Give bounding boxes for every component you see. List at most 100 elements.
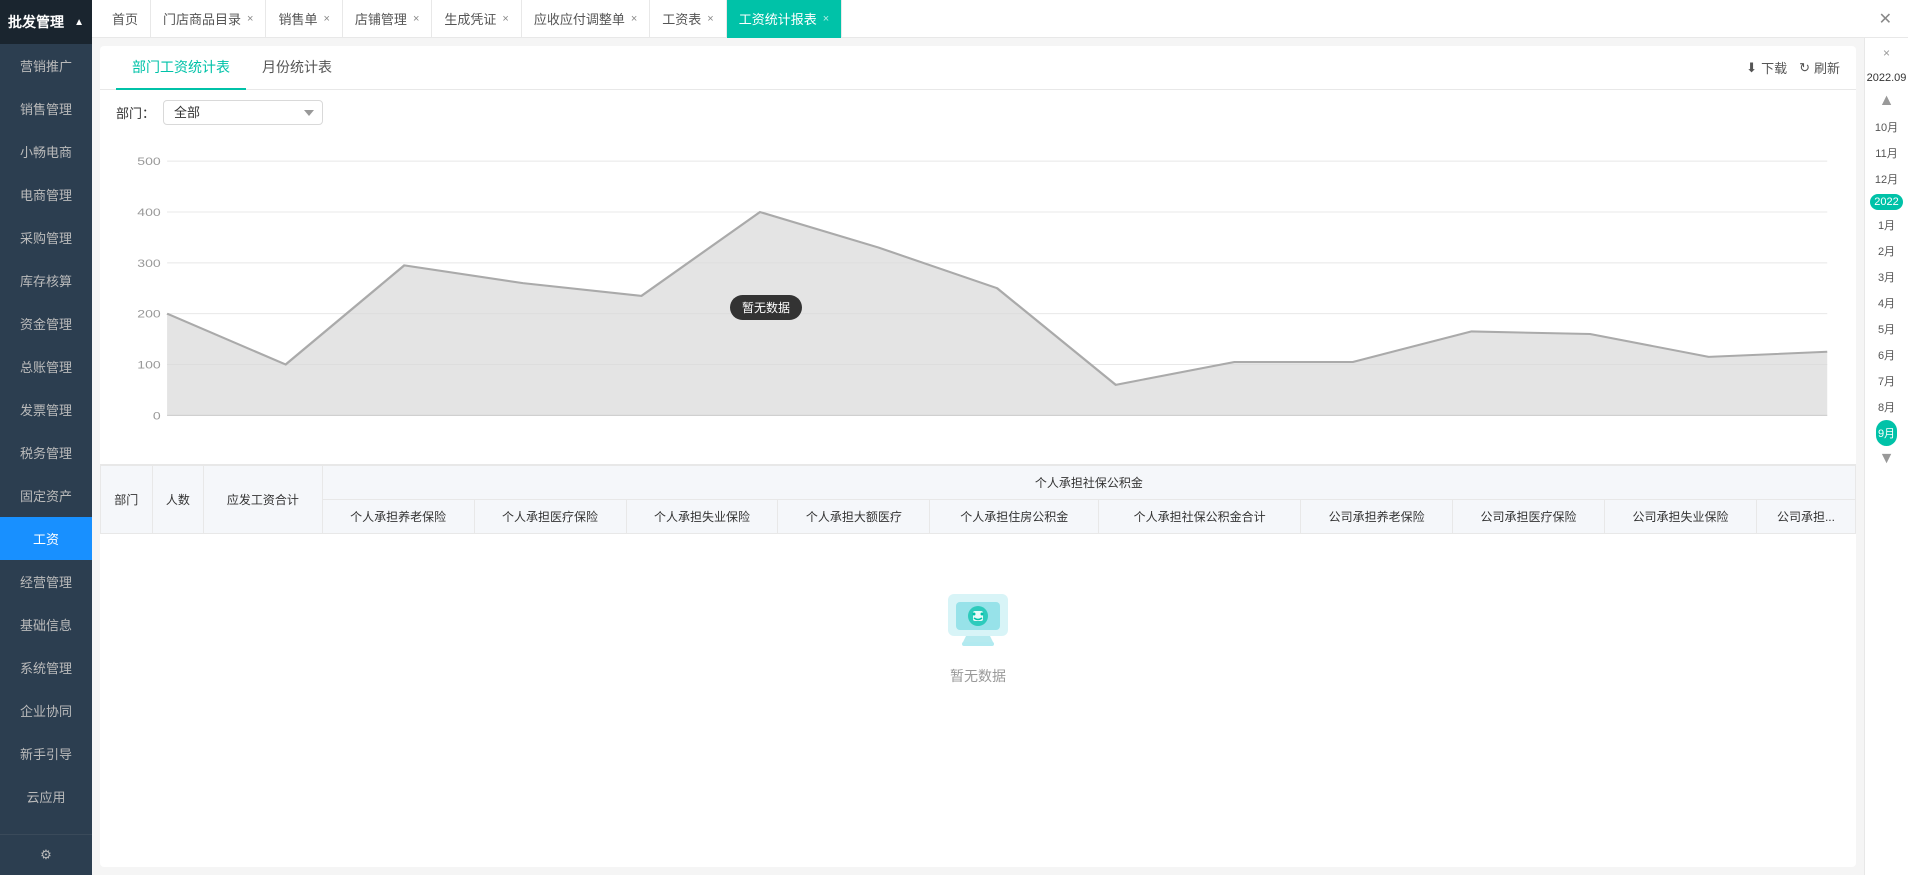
tabs-bar: 首页门店商品目录×销售单×店铺管理×生成凭证×应收应付调整单×工资表×工资统计报… — [92, 0, 1908, 38]
th-group-social: 个人承担社保公积金 — [322, 466, 1855, 500]
tab-门店商品目录[interactable]: 门店商品目录 × — [151, 0, 266, 38]
sub-tab-月份统计表[interactable]: 月份统计表 — [246, 46, 348, 90]
tab-销售单[interactable]: 销售单× — [266, 0, 342, 38]
empty-icon — [938, 574, 1018, 654]
timeline-month-5月[interactable]: 5月 — [1876, 316, 1897, 342]
th-sub-个人承担失业保险: 个人承担失业保险 — [626, 500, 778, 534]
sidebar-item-经营管理[interactable]: 经营管理 — [0, 560, 92, 603]
th-人数: 人数 — [152, 466, 204, 534]
timeline-month-2月[interactable]: 2月 — [1876, 238, 1897, 264]
timeline-months-2023: 1月2月3月4月5月6月7月8月9月 — [1876, 212, 1897, 446]
th-部门: 部门 — [101, 466, 153, 534]
sidebar-item-库存核算[interactable]: 库存核算 — [0, 259, 92, 302]
tab-label: 首页 — [112, 9, 138, 28]
empty-state: 暂无数据 — [100, 534, 1856, 726]
sidebar-item-税务管理[interactable]: 税务管理 — [0, 431, 92, 474]
th-sub-个人承担大额医疗: 个人承担大额医疗 — [778, 500, 930, 534]
close-window-icon[interactable]: ✕ — [1879, 9, 1892, 29]
svg-text:500: 500 — [137, 156, 160, 168]
timeline-down-nav[interactable]: ▼ — [1875, 446, 1899, 472]
right-timeline: × 2022.09 ▲ 10月11月12月 2022 1月2月3月4月5月6月7… — [1864, 38, 1908, 875]
page-content: 部门工资统计表月份统计表 ⬇ 下载 ↻ 刷新 部门： 全部销售部采购部财务部人事… — [92, 38, 1908, 875]
sidebar-title: 批发管理 — [8, 12, 64, 32]
tab-label: 门店商品目录 — [163, 9, 241, 28]
tab-工资统计报表[interactable]: 工资统计报表 × — [727, 0, 842, 38]
refresh-button[interactable]: ↻ 刷新 — [1799, 58, 1840, 77]
tab-首页[interactable]: 首页 — [100, 0, 151, 38]
tab-label: 工资统计报表 — [739, 9, 817, 28]
tab-close-icon[interactable]: × — [413, 13, 419, 25]
tabs-close-controls[interactable]: ✕ — [1871, 9, 1900, 29]
refresh-icon: ↻ — [1799, 60, 1810, 76]
sidebar-item-工资[interactable]: 工资 — [0, 517, 92, 560]
th-sub-个人承担医疗保险: 个人承担医疗保险 — [474, 500, 626, 534]
timeline-month-11月[interactable]: 11月 — [1873, 140, 1900, 166]
timeline-up-nav[interactable]: ▲ — [1875, 88, 1899, 114]
settings-icon: ⚙ — [40, 847, 52, 862]
sidebar-item-总账管理[interactable]: 总账管理 — [0, 345, 92, 388]
svg-text:300: 300 — [137, 257, 160, 269]
filter-label: 部门： — [116, 103, 155, 122]
timeline-month-4月[interactable]: 4月 — [1876, 290, 1897, 316]
empty-text: 暂无数据 — [950, 666, 1006, 686]
svg-text:100: 100 — [137, 359, 160, 371]
tab-应收应付调整单[interactable]: 应收应付调整单× — [522, 0, 650, 38]
th-sub-个人承担养老保险: 个人承担养老保险 — [322, 500, 474, 534]
th-sub-公司承担...: 公司承担... — [1756, 500, 1855, 534]
sidebar-item-营销推广[interactable]: 营销推广 — [0, 44, 92, 87]
main-content: 首页门店商品目录×销售单×店铺管理×生成凭证×应收应付调整单×工资表×工资统计报… — [92, 0, 1908, 875]
timeline-year-2022: 2022.09 — [1865, 68, 1908, 88]
sidebar-item-企业协同[interactable]: 企业协同 — [0, 689, 92, 732]
tab-close-icon[interactable]: × — [823, 13, 829, 25]
sidebar-item-资金管理[interactable]: 资金管理 — [0, 302, 92, 345]
tabs-container: 首页门店商品目录×销售单×店铺管理×生成凭证×应收应付调整单×工资表×工资统计报… — [100, 0, 1871, 38]
download-button[interactable]: ⬇ 下载 — [1746, 58, 1787, 77]
timeline-month-10月[interactable]: 10月 — [1873, 114, 1900, 140]
sub-tab-部门工资统计表[interactable]: 部门工资统计表 — [116, 46, 246, 90]
table-area[interactable]: 部门人数应发工资合计个人承担社保公积金个人承担养老保险个人承担医疗保险个人承担失… — [100, 465, 1856, 867]
tab-close-icon[interactable]: × — [502, 13, 508, 25]
sidebar-item-固定资产[interactable]: 固定资产 — [0, 474, 92, 517]
tab-工资表[interactable]: 工资表 × — [650, 0, 726, 38]
tab-close-icon[interactable]: × — [247, 13, 253, 25]
chart-svg: 5004003002001000 — [116, 151, 1840, 456]
timeline-close-button[interactable]: × — [1875, 38, 1898, 68]
timeline-month-6月[interactable]: 6月 — [1876, 342, 1897, 368]
timeline-month-9月[interactable]: 9月 — [1876, 420, 1897, 446]
timeline-year-badge: 2022 — [1870, 194, 1902, 210]
tab-生成凭证[interactable]: 生成凭证 × — [432, 0, 521, 38]
tab-close-icon[interactable]: × — [323, 13, 329, 25]
department-select[interactable]: 全部销售部采购部财务部人事部 — [163, 100, 323, 125]
sidebar: 批发管理 ▲ 营销推广销售管理小畅电商电商管理采购管理库存核算资金管理总账管理发… — [0, 0, 92, 875]
svg-text:0: 0 — [153, 410, 161, 422]
sidebar-item-小畅电商[interactable]: 小畅电商 — [0, 130, 92, 173]
sidebar-item-销售管理[interactable]: 销售管理 — [0, 87, 92, 130]
sidebar-settings[interactable]: ⚙ — [0, 834, 92, 875]
inner-panel: 部门工资统计表月份统计表 ⬇ 下载 ↻ 刷新 部门： 全部销售部采购部财务部人事… — [100, 46, 1856, 867]
th-sub-个人承担住房公积金: 个人承担住房公积金 — [930, 500, 1099, 534]
th-sub-公司承担失业保险: 公司承担失业保险 — [1605, 500, 1757, 534]
timeline-month-1月[interactable]: 1月 — [1876, 212, 1897, 238]
sidebar-item-云应用[interactable]: 云应用 — [0, 775, 92, 818]
sub-tabs-list: 部门工资统计表月份统计表 — [116, 46, 348, 89]
timeline-month-3月[interactable]: 3月 — [1876, 264, 1897, 290]
sidebar-item-采购管理[interactable]: 采购管理 — [0, 216, 92, 259]
tab-label: 工资表 — [662, 9, 701, 28]
sub-tab-actions: ⬇ 下载 ↻ 刷新 — [1746, 58, 1840, 77]
tab-close-icon[interactable]: × — [631, 13, 637, 25]
tab-label: 生成凭证 — [444, 9, 496, 28]
sidebar-item-发票管理[interactable]: 发票管理 — [0, 388, 92, 431]
sub-tabs: 部门工资统计表月份统计表 ⬇ 下载 ↻ 刷新 — [100, 46, 1856, 90]
sidebar-item-电商管理[interactable]: 电商管理 — [0, 173, 92, 216]
timeline-month-12月[interactable]: 12月 — [1873, 166, 1900, 192]
tab-close-icon[interactable]: × — [707, 13, 713, 25]
sidebar-header[interactable]: 批发管理 ▲ — [0, 0, 92, 44]
th-sub-公司承担养老保险: 公司承担养老保险 — [1301, 500, 1453, 534]
sidebar-item-基础信息[interactable]: 基础信息 — [0, 603, 92, 646]
download-icon: ⬇ — [1746, 60, 1757, 76]
sidebar-item-新手引导[interactable]: 新手引导 — [0, 732, 92, 775]
tab-店铺管理[interactable]: 店铺管理× — [343, 0, 432, 38]
timeline-month-8月[interactable]: 8月 — [1876, 394, 1897, 420]
timeline-month-7月[interactable]: 7月 — [1876, 368, 1897, 394]
sidebar-item-系统管理[interactable]: 系统管理 — [0, 646, 92, 689]
